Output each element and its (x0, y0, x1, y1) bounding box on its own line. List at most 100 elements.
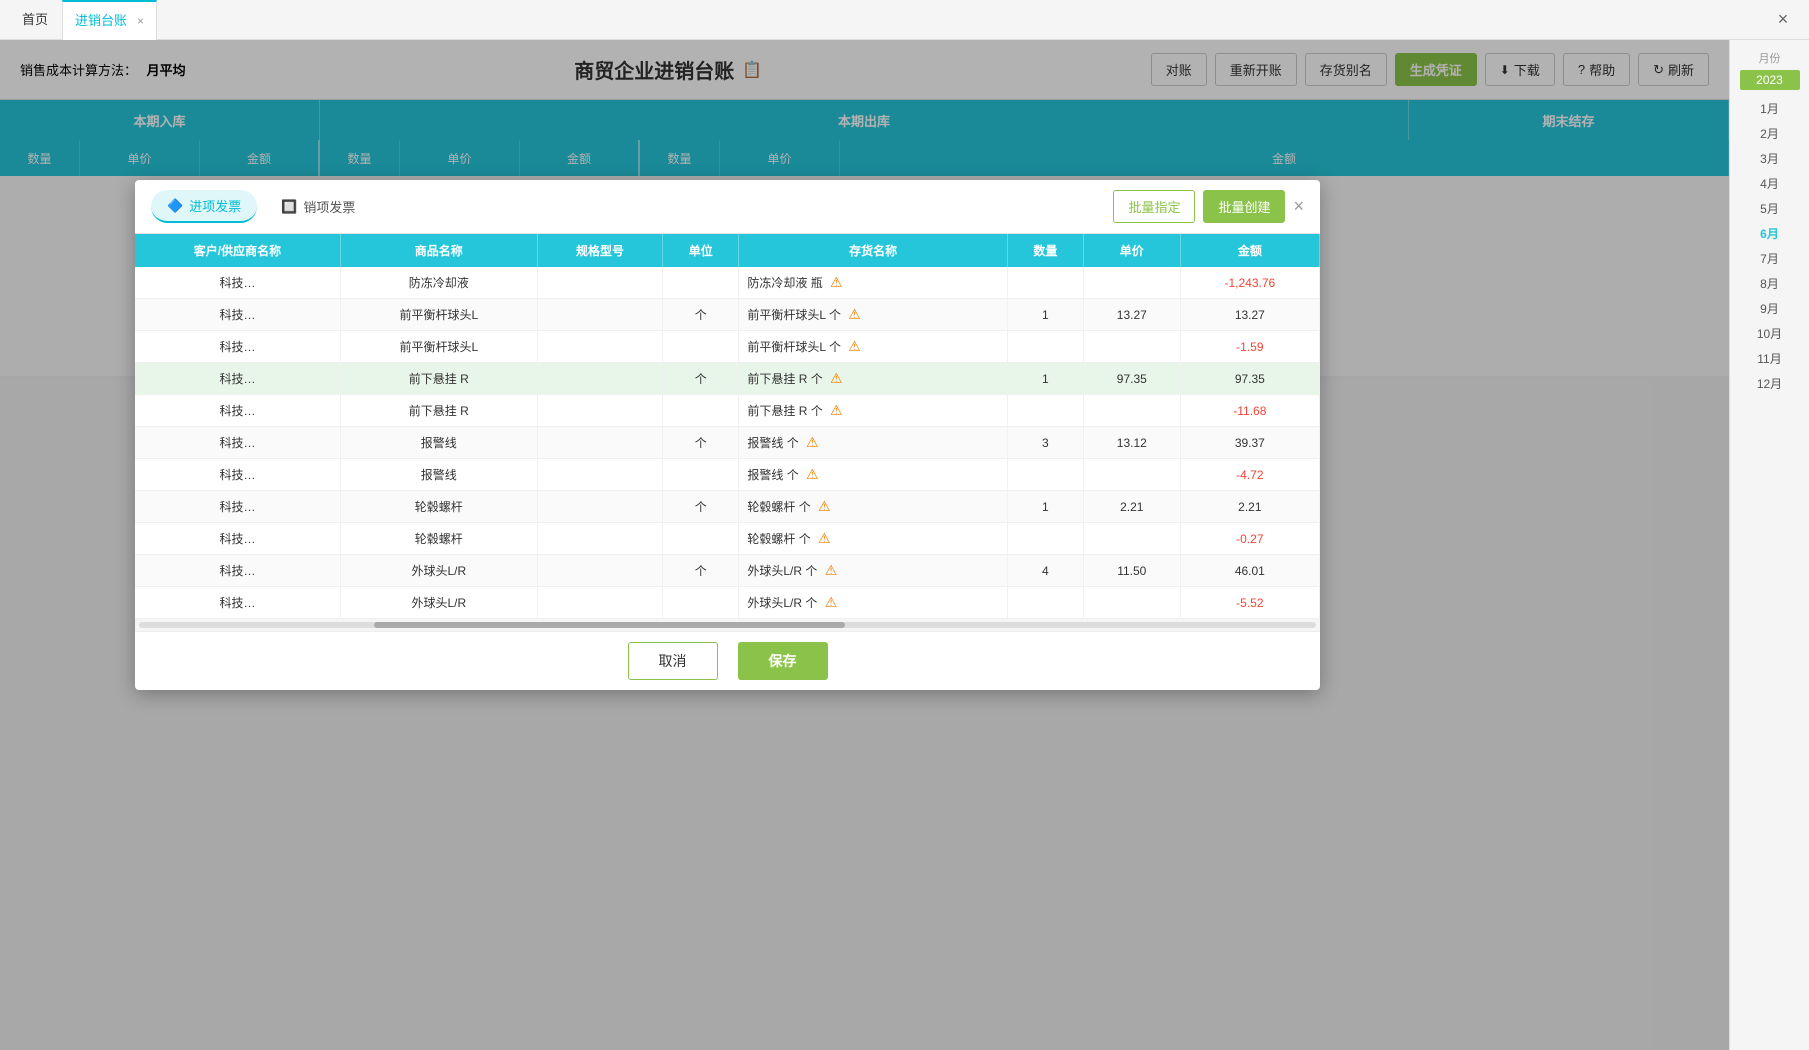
month-4[interactable]: 4月 (1740, 171, 1800, 196)
cell-amount: 13.27 (1180, 299, 1319, 331)
cell-quantity: 1 (1007, 299, 1083, 331)
in-invoice-icon: 🔷 (167, 198, 183, 214)
month-12[interactable]: 12月 (1740, 371, 1800, 396)
warning-icon: ⚠ (806, 434, 819, 450)
cell-spec (537, 555, 663, 587)
table-row[interactable]: 科技… 前平衡杆球头L 个 前平衡杆球头L 个 ⚠ 1 13.27 13.27 (135, 299, 1320, 331)
cell-goods-name: 报警线 (340, 459, 537, 491)
table-row[interactable]: 科技… 报警线 报警线 个 ⚠ -4.72 (135, 459, 1320, 491)
month-6[interactable]: 6月 (1740, 221, 1800, 246)
cell-spec (537, 587, 663, 619)
cell-spec (537, 363, 663, 395)
cell-unit-price: 2.21 (1083, 491, 1180, 523)
cell-amount: 39.37 (1180, 427, 1319, 459)
cell-stock-name: 轮毂螺杆 个 ⚠ (739, 491, 1007, 523)
cell-unit (663, 523, 739, 555)
tab-in-invoice[interactable]: 🔷 进项发票 (151, 190, 257, 223)
col-stock-name: 存货名称 (739, 234, 1007, 267)
horizontal-scrollbar[interactable] (135, 619, 1320, 631)
cell-stock-name: 报警线 个 ⚠ (739, 459, 1007, 491)
out-invoice-icon: 🔲 (281, 199, 297, 215)
cell-stock-name: 轮毂螺杆 个 ⚠ (739, 523, 1007, 555)
dialog-footer: 取消 保存 (135, 631, 1320, 690)
month-7[interactable]: 7月 (1740, 246, 1800, 271)
table-row[interactable]: 科技… 外球头L/R 外球头L/R 个 ⚠ -5.52 (135, 587, 1320, 619)
cell-unit: 个 (663, 299, 739, 331)
cancel-button[interactable]: 取消 (628, 642, 718, 680)
dialog-actions: 批量指定 批量创建 (1113, 190, 1285, 223)
tab-close-icon[interactable]: × (137, 1, 144, 41)
cell-quantity (1007, 331, 1083, 363)
cell-spec (537, 267, 663, 299)
cell-amount: -1,243.76 (1180, 267, 1319, 299)
cell-unit-price: 13.12 (1083, 427, 1180, 459)
tab-active-label: 进销台账 (75, 1, 127, 41)
cell-unit-price (1083, 459, 1180, 491)
month-11[interactable]: 11月 (1740, 346, 1800, 371)
month-3[interactable]: 3月 (1740, 146, 1800, 171)
table-row[interactable]: 科技… 前下悬挂 R 个 前下悬挂 R 个 ⚠ 1 97.35 97.35 (135, 363, 1320, 395)
cell-stock-name: 防冻冷却液 瓶 ⚠ (739, 267, 1007, 299)
batch-assign-button[interactable]: 批量指定 (1113, 190, 1195, 223)
table-row[interactable]: 科技… 前下悬挂 R 前下悬挂 R 个 ⚠ -11.68 (135, 395, 1320, 427)
table-row[interactable]: 科技… 轮毂螺杆 个 轮毂螺杆 个 ⚠ 1 2.21 2.21 (135, 491, 1320, 523)
cell-company: 科技… (135, 427, 340, 459)
cell-unit-price (1083, 523, 1180, 555)
cell-unit-price: 11.50 (1083, 555, 1180, 587)
cell-unit: 个 (663, 427, 739, 459)
cell-goods-name: 前平衡杆球头L (340, 299, 537, 331)
col-unit-price: 单价 (1083, 234, 1180, 267)
cell-quantity (1007, 587, 1083, 619)
cell-spec (537, 395, 663, 427)
cell-spec (537, 523, 663, 555)
cell-stock-name: 报警线 个 ⚠ (739, 427, 1007, 459)
save-button[interactable]: 保存 (738, 642, 828, 680)
cell-goods-name: 前下悬挂 R (340, 363, 537, 395)
table-row[interactable]: 科技… 轮毂螺杆 轮毂螺杆 个 ⚠ -0.27 (135, 523, 1320, 555)
warning-icon: ⚠ (825, 594, 838, 610)
cell-amount: -4.72 (1180, 459, 1319, 491)
dialog-table[interactable]: 客户/供应商名称 商品名称 规格型号 单位 存货名称 数量 单价 金额 科技… … (135, 234, 1320, 619)
tab-home[interactable]: 首页 (8, 0, 62, 40)
cell-goods-name: 前平衡杆球头L (340, 331, 537, 363)
cell-company: 科技… (135, 299, 340, 331)
cell-amount: -5.52 (1180, 587, 1319, 619)
batch-create-button[interactable]: 批量创建 (1203, 190, 1285, 223)
cell-unit (663, 459, 739, 491)
warning-icon: ⚠ (818, 530, 831, 546)
month-5[interactable]: 5月 (1740, 196, 1800, 221)
cell-quantity: 1 (1007, 491, 1083, 523)
window-close-button[interactable]: × (1765, 2, 1801, 38)
top-bar: 首页 进销台账 × × (0, 0, 1809, 40)
table-row[interactable]: 科技… 前平衡杆球头L 前平衡杆球头L 个 ⚠ -1.59 (135, 331, 1320, 363)
year-badge[interactable]: 2023 (1740, 70, 1800, 90)
cell-spec (537, 491, 663, 523)
dialog-close-button[interactable]: × (1293, 196, 1304, 217)
cell-spec (537, 459, 663, 491)
warning-icon: ⚠ (818, 498, 831, 514)
col-amount: 金额 (1180, 234, 1319, 267)
cell-unit-price (1083, 587, 1180, 619)
warning-icon: ⚠ (830, 370, 843, 386)
table-row[interactable]: 科技… 防冻冷却液 防冻冷却液 瓶 ⚠ -1,243.76 (135, 267, 1320, 299)
month-8[interactable]: 8月 (1740, 271, 1800, 296)
month-2[interactable]: 2月 (1740, 121, 1800, 146)
cell-unit (663, 395, 739, 427)
cell-quantity (1007, 395, 1083, 427)
cell-goods-name: 前下悬挂 R (340, 395, 537, 427)
cell-quantity (1007, 523, 1083, 555)
tab-active[interactable]: 进销台账 × (62, 0, 157, 40)
month-1[interactable]: 1月 (1740, 96, 1800, 121)
cell-unit: 个 (663, 555, 739, 587)
table-row[interactable]: 科技… 外球头L/R 个 外球头L/R 个 ⚠ 4 11.50 46.01 (135, 555, 1320, 587)
cell-company: 科技… (135, 523, 340, 555)
cell-spec (537, 427, 663, 459)
right-sidebar: 月份 2023 1月 2月 3月 4月 5月 6月 7月 8月 9月 10月 1… (1729, 40, 1809, 1050)
cell-goods-name: 轮毂螺杆 (340, 523, 537, 555)
cell-goods-name: 轮毂螺杆 (340, 491, 537, 523)
scrollbar-track (139, 622, 1316, 628)
table-row[interactable]: 科技… 报警线 个 报警线 个 ⚠ 3 13.12 39.37 (135, 427, 1320, 459)
month-9[interactable]: 9月 (1740, 296, 1800, 321)
tab-out-invoice[interactable]: 🔲 销项发票 (265, 191, 371, 222)
month-10[interactable]: 10月 (1740, 321, 1800, 346)
